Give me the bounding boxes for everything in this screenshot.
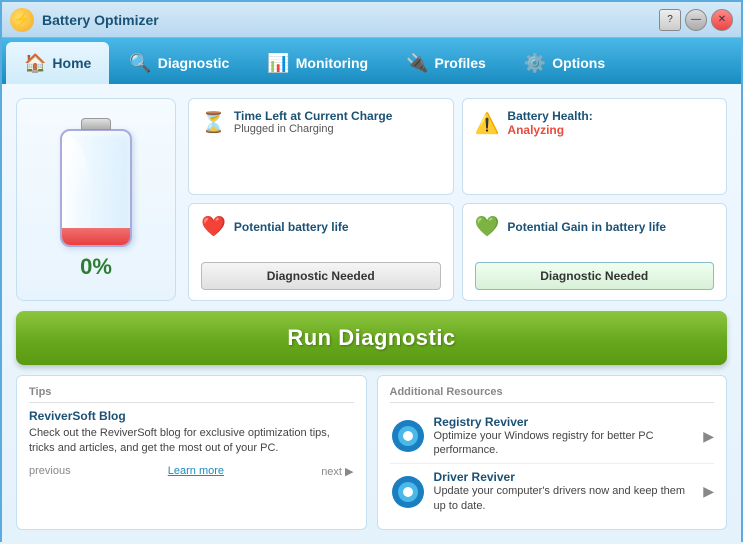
- nav-diagnostic[interactable]: 🔍 Diagnostic: [111, 42, 247, 84]
- tips-text: Check out the ReviverSoft blog for exclu…: [29, 426, 354, 457]
- resource-driver-reviver[interactable]: Driver Reviver Update your computer's dr…: [390, 464, 715, 519]
- battery-display: 0%: [16, 98, 176, 301]
- registry-reviver-text: Registry Reviver Optimize your Windows r…: [434, 415, 696, 458]
- battery-fill: [62, 228, 130, 245]
- time-left-title: Time Left at Current Charge: [234, 109, 392, 123]
- registry-reviver-icon: [390, 418, 426, 454]
- battery-visual: [56, 118, 136, 248]
- tips-header: Tips: [29, 386, 354, 403]
- registry-reviver-desc: Optimize your Windows registry for bette…: [434, 429, 696, 458]
- top-section: 0% ⏳ Time Left at Current Charge Plugged…: [16, 98, 727, 301]
- battery-percent: 0%: [80, 254, 112, 280]
- main-content: 0% ⏳ Time Left at Current Charge Plugged…: [2, 84, 741, 544]
- tips-learn-more-link[interactable]: Learn more: [168, 465, 224, 477]
- registry-reviver-title: Registry Reviver: [434, 415, 696, 429]
- minimize-button[interactable]: —: [685, 9, 707, 31]
- nav-diagnostic-label: Diagnostic: [158, 55, 230, 71]
- nav-profiles-label: Profiles: [434, 55, 485, 71]
- battery-body: [60, 129, 132, 247]
- battery-health-card: ⚠️ Battery Health: Analyzing: [462, 98, 728, 195]
- app-title: Battery Optimizer: [42, 12, 659, 28]
- battery-health-header: ⚠️ Battery Health: Analyzing: [475, 109, 715, 137]
- home-icon: 🏠: [24, 53, 46, 74]
- run-diagnostic-button[interactable]: Run Diagnostic: [16, 311, 727, 365]
- battery-health-title: Battery Health:: [507, 109, 592, 123]
- info-panels: ⏳ Time Left at Current Charge Plugged in…: [188, 98, 727, 301]
- monitoring-icon: 📊: [267, 53, 289, 74]
- nav-options[interactable]: ⚙️ Options: [506, 42, 623, 84]
- driver-reviver-desc: Update your computer's drivers now and k…: [434, 484, 696, 513]
- window-controls: ? — ✕: [659, 9, 733, 31]
- warning-icon: ⚠️: [475, 111, 500, 136]
- info-row-2: ❤️ Potential battery life Diagnostic Nee…: [188, 203, 727, 300]
- tips-nav: previous Learn more next ▶: [29, 465, 354, 478]
- potential-gain-title: Potential Gain in battery life: [507, 220, 666, 234]
- nav-monitoring[interactable]: 📊 Monitoring: [249, 42, 386, 84]
- tips-panel: Tips ReviverSoft Blog Check out the Revi…: [16, 375, 367, 530]
- time-left-card: ⏳ Time Left at Current Charge Plugged in…: [188, 98, 454, 195]
- tips-title: ReviverSoft Blog: [29, 409, 354, 423]
- nav-home[interactable]: 🏠 Home: [6, 42, 109, 84]
- diagnostic-icon: 🔍: [129, 53, 151, 74]
- potential-life-header: ❤️ Potential battery life: [201, 214, 441, 239]
- potential-life-diagnostic-btn[interactable]: Diagnostic Needed: [201, 262, 441, 290]
- options-icon: ⚙️: [524, 53, 546, 74]
- driver-reviver-title: Driver Reviver: [434, 470, 696, 484]
- potential-life-card: ❤️ Potential battery life Diagnostic Nee…: [188, 203, 454, 300]
- battery-shine: [60, 135, 94, 198]
- nav-monitoring-label: Monitoring: [296, 55, 368, 71]
- potential-gain-card: 💚 Potential Gain in battery life Diagnos…: [462, 203, 728, 300]
- nav-profiles[interactable]: 🔌 Profiles: [388, 42, 504, 84]
- bottom-section: Tips ReviverSoft Blog Check out the Revi…: [16, 375, 727, 530]
- tips-next-button[interactable]: next ▶: [321, 465, 353, 478]
- time-left-subtitle: Plugged in Charging: [234, 123, 392, 135]
- potential-life-title: Potential battery life: [234, 220, 349, 234]
- potential-gain-header: 💚 Potential Gain in battery life: [475, 214, 715, 239]
- battery-cap: [81, 118, 111, 130]
- time-left-header: ⏳ Time Left at Current Charge Plugged in…: [201, 109, 441, 135]
- resource-registry-reviver[interactable]: Registry Reviver Optimize your Windows r…: [390, 409, 715, 465]
- help-button[interactable]: ?: [659, 9, 681, 31]
- driver-reviver-text: Driver Reviver Update your computer's dr…: [434, 470, 696, 513]
- tips-prev-button[interactable]: previous: [29, 465, 71, 477]
- potential-gain-diagnostic-btn[interactable]: Diagnostic Needed: [475, 262, 715, 290]
- info-row-1: ⏳ Time Left at Current Charge Plugged in…: [188, 98, 727, 195]
- nav-bar: 🏠 Home 🔍 Diagnostic 📊 Monitoring 🔌 Profi…: [2, 38, 741, 84]
- battery-health-status: Analyzing: [507, 123, 592, 137]
- title-bar: ⚡ Battery Optimizer ? — ✕: [2, 2, 741, 38]
- driver-reviver-icon: [390, 474, 426, 510]
- profiles-icon: 🔌: [406, 53, 428, 74]
- registry-reviver-arrow: ▶: [703, 428, 714, 445]
- driver-reviver-arrow: ▶: [703, 483, 714, 500]
- resources-header: Additional Resources: [390, 386, 715, 403]
- nav-home-label: Home: [52, 55, 91, 71]
- hourglass-icon: ⏳: [201, 110, 226, 135]
- close-button[interactable]: ✕: [711, 9, 733, 31]
- app-icon: ⚡: [10, 8, 34, 32]
- nav-options-label: Options: [552, 55, 605, 71]
- heart-red-icon: ❤️: [201, 214, 226, 239]
- resources-panel: Additional Resources Registry Reviver Op…: [377, 375, 728, 530]
- heart-green-icon: 💚: [475, 214, 500, 239]
